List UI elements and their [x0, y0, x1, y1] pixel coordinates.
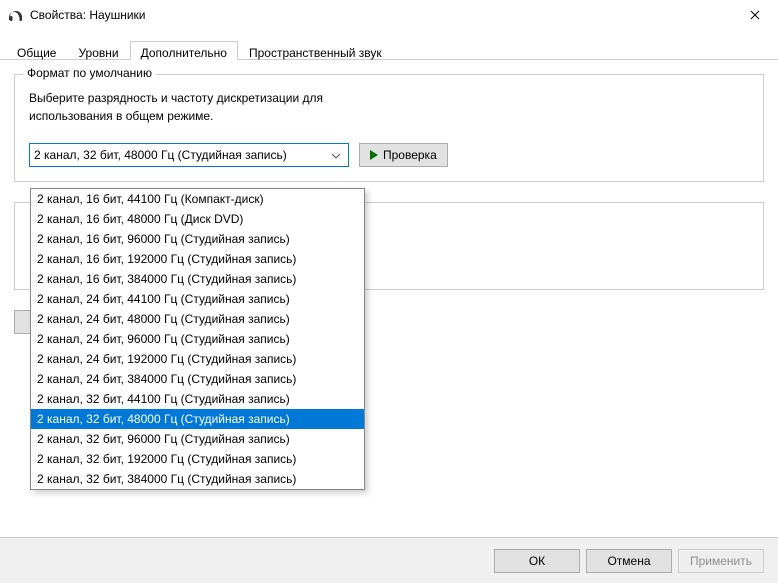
- chevron-down-icon: [328, 148, 344, 162]
- format-option[interactable]: 2 канал, 16 бит, 44100 Гц (Компакт-диск): [31, 189, 364, 209]
- tab-strip: ОбщиеУровниДополнительноПространственный…: [0, 30, 778, 60]
- format-option[interactable]: 2 канал, 24 бит, 44100 Гц (Студийная зап…: [31, 289, 364, 309]
- tab-3[interactable]: Пространственный звук: [238, 41, 393, 60]
- apply-button: Применить: [678, 549, 764, 573]
- test-button-label: Проверка: [383, 148, 437, 162]
- tab-2[interactable]: Дополнительно: [130, 41, 238, 60]
- format-option[interactable]: 2 канал, 32 бит, 384000 Гц (Студийная за…: [31, 469, 364, 489]
- format-dropdown[interactable]: 2 канал, 16 бит, 44100 Гц (Компакт-диск)…: [30, 188, 365, 490]
- group-default-format: Формат по умолчанию Выберите разрядность…: [14, 74, 764, 182]
- format-option[interactable]: 2 канал, 16 бит, 192000 Гц (Студийная за…: [31, 249, 364, 269]
- test-button[interactable]: Проверка: [359, 143, 448, 167]
- format-option[interactable]: 2 канал, 16 бит, 384000 Гц (Студийная за…: [31, 269, 364, 289]
- tab-1[interactable]: Уровни: [67, 41, 129, 60]
- format-option[interactable]: 2 канал, 24 бит, 48000 Гц (Студийная зап…: [31, 309, 364, 329]
- format-select-value: 2 канал, 32 бит, 48000 Гц (Студийная зап…: [34, 148, 328, 162]
- format-option[interactable]: 2 канал, 32 бит, 48000 Гц (Студийная зап…: [31, 409, 364, 429]
- format-option[interactable]: 2 канал, 32 бит, 192000 Гц (Студийная за…: [31, 449, 364, 469]
- tab-0[interactable]: Общие: [6, 41, 67, 60]
- group-description: Выберите разрядность и частоту дискретиз…: [29, 89, 749, 125]
- play-icon: [370, 150, 378, 160]
- window-title: Свойства: Наушники: [30, 8, 732, 22]
- format-option[interactable]: 2 канал, 32 бит, 44100 Гц (Студийная зап…: [31, 389, 364, 409]
- format-select[interactable]: 2 канал, 32 бит, 48000 Гц (Студийная зап…: [29, 143, 349, 167]
- format-option[interactable]: 2 канал, 32 бит, 96000 Гц (Студийная зап…: [31, 429, 364, 449]
- desc-line2: использования в общем режиме.: [29, 109, 213, 123]
- format-option[interactable]: 2 канал, 16 бит, 96000 Гц (Студийная зап…: [31, 229, 364, 249]
- ok-button[interactable]: ОК: [494, 549, 580, 573]
- cancel-button[interactable]: Отмена: [586, 549, 672, 573]
- headphones-icon: [8, 7, 24, 23]
- group-legend: Формат по умолчанию: [23, 66, 156, 80]
- format-option[interactable]: 2 канал, 24 бит, 192000 Гц (Студийная за…: [31, 349, 364, 369]
- titlebar: Свойства: Наушники: [0, 0, 778, 30]
- close-button[interactable]: [732, 0, 778, 30]
- format-option[interactable]: 2 канал, 16 бит, 48000 Гц (Диск DVD): [31, 209, 364, 229]
- format-option[interactable]: 2 канал, 24 бит, 384000 Гц (Студийная за…: [31, 369, 364, 389]
- format-option[interactable]: 2 канал, 24 бит, 96000 Гц (Студийная зап…: [31, 329, 364, 349]
- desc-line1: Выберите разрядность и частоту дискретиз…: [29, 91, 323, 105]
- dialog-footer: ОК Отмена Применить: [0, 537, 778, 583]
